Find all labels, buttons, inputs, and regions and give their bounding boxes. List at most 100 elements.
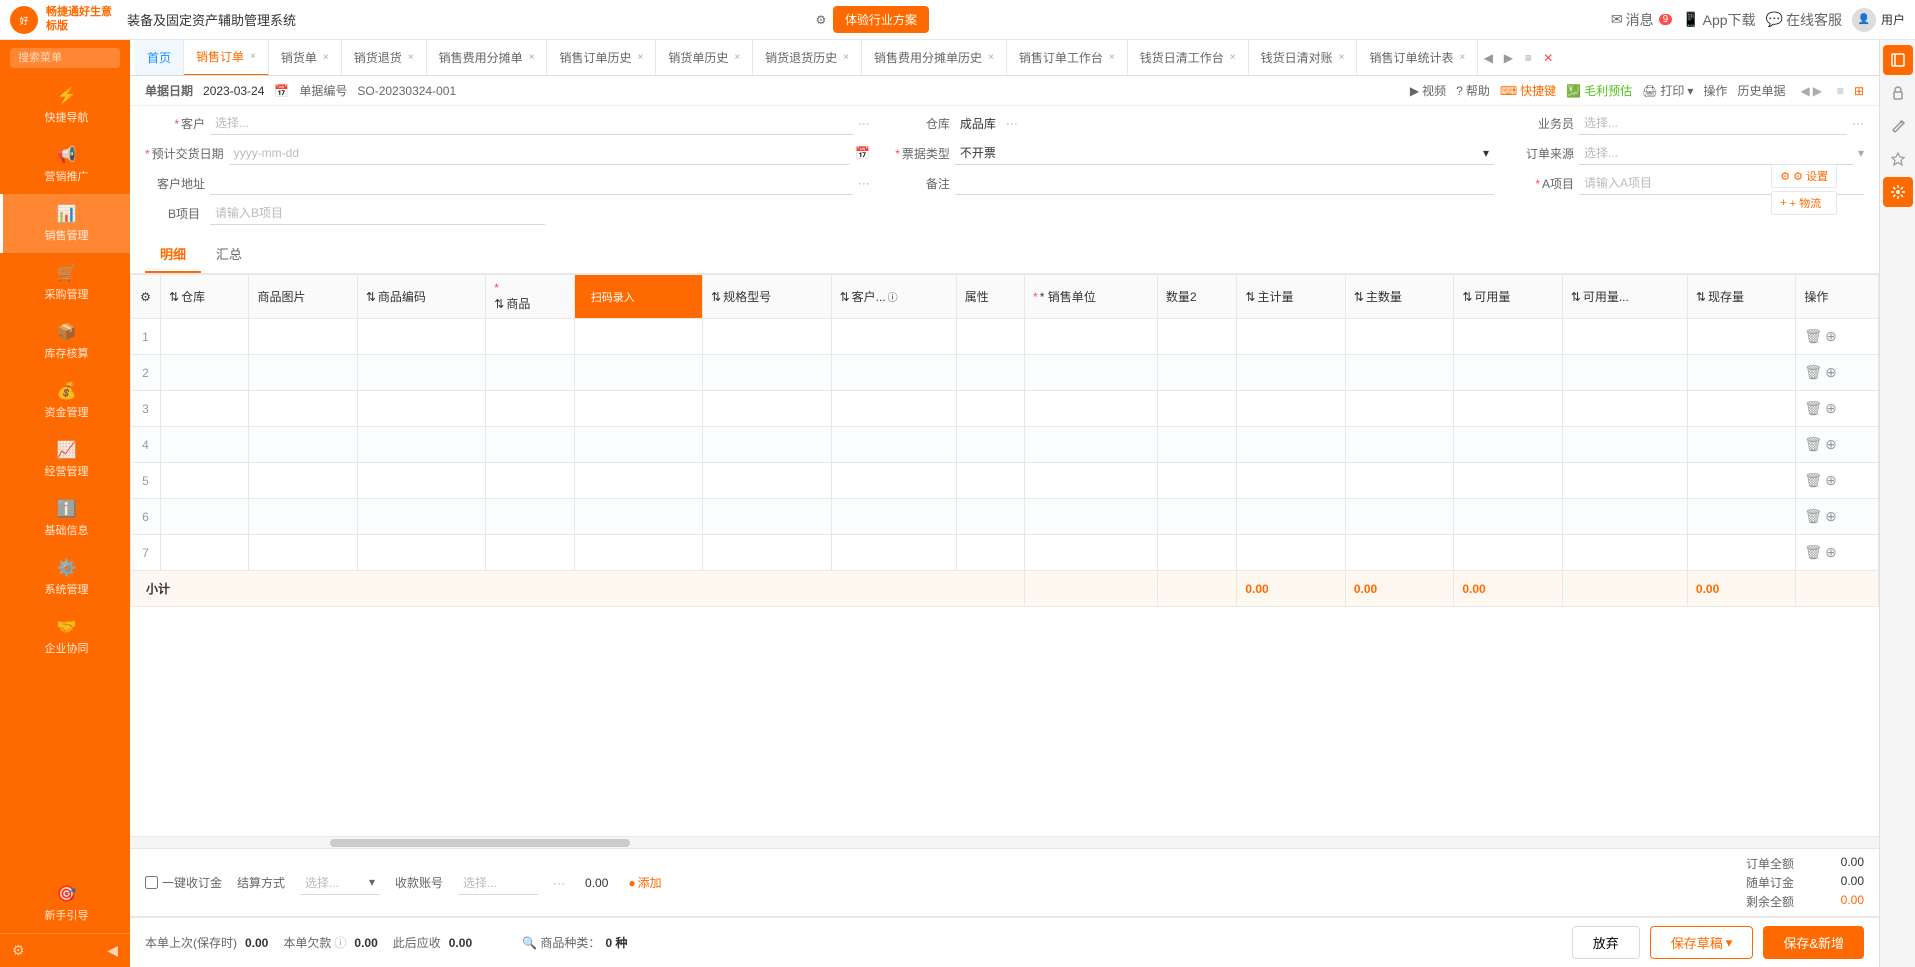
tab-close-sales-order[interactable]: ×	[250, 51, 256, 62]
cell-product-code[interactable]	[357, 427, 485, 463]
address-dots[interactable]: ···	[858, 176, 870, 190]
cell-stock[interactable]	[1687, 391, 1795, 427]
cell-main-qty[interactable]	[1345, 355, 1453, 391]
tab-daily-workbench[interactable]: 钱货日清工作台 ×	[1128, 40, 1249, 76]
row-copy-icon[interactable]: ⊕	[1825, 328, 1837, 345]
row-copy-icon[interactable]: ⊕	[1825, 544, 1837, 561]
cell-product-code[interactable]	[357, 355, 485, 391]
cell-attribute[interactable]	[956, 463, 1024, 499]
cell-main-qty[interactable]	[1345, 391, 1453, 427]
warehouse-dots[interactable]: ···	[1006, 116, 1018, 130]
list-view-icon[interactable]: ≡	[1837, 84, 1844, 98]
search-input[interactable]	[10, 48, 120, 68]
cell-stock[interactable]	[1687, 463, 1795, 499]
th-available[interactable]: ⇅可用量	[1454, 275, 1562, 319]
cell-customer[interactable]	[831, 355, 956, 391]
row-delete-icon[interactable]: 🗑	[1804, 364, 1822, 381]
payment-select[interactable]: 选择... ▾	[300, 871, 380, 895]
sidebar-item-purchase[interactable]: 🛒 采购管理	[0, 253, 130, 312]
cell-warehouse[interactable]	[161, 463, 249, 499]
invoice-select[interactable]: 不开票 ▾	[955, 141, 1494, 165]
cell-product-code[interactable]	[357, 499, 485, 535]
cell-product-image[interactable]	[249, 319, 357, 355]
cell-qty2[interactable]	[1157, 319, 1236, 355]
add-button[interactable]: ● 添加	[628, 874, 661, 891]
th-product[interactable]: ⇅商品	[486, 275, 574, 319]
sidebar-item-sales[interactable]: 📊 销售管理	[0, 194, 130, 253]
sidebar-item-inventory[interactable]: 📦 库存核算	[0, 312, 130, 371]
tab-home[interactable]: 首页	[135, 40, 184, 76]
cell-customer[interactable]	[831, 391, 956, 427]
cell-product-image[interactable]	[249, 427, 357, 463]
tab-summary[interactable]: 汇总	[201, 236, 257, 273]
cell-spec[interactable]	[703, 427, 831, 463]
cell-stock[interactable]	[1687, 355, 1795, 391]
cell-product-image[interactable]	[249, 391, 357, 427]
one-click-checkbox[interactable]	[145, 876, 158, 889]
cell-product[interactable]	[486, 319, 574, 355]
cell-main-unit[interactable]	[1237, 427, 1345, 463]
tab-close-return-history[interactable]: ×	[843, 52, 849, 63]
tab-close-order-history[interactable]: ×	[637, 52, 643, 63]
cell-main-qty[interactable]	[1345, 319, 1453, 355]
cell-product[interactable]	[486, 463, 574, 499]
shortcut-btn[interactable]: ⌨ 快捷键	[1500, 82, 1556, 99]
calendar-icon[interactable]: 📅	[855, 146, 870, 160]
th-main-qty[interactable]: ⇅主数量	[1345, 275, 1453, 319]
cell-product-code[interactable]	[357, 391, 485, 427]
cell-warehouse[interactable]	[161, 319, 249, 355]
message-btn[interactable]: ✉ 消息 9	[1611, 10, 1672, 30]
cell-customer[interactable]	[831, 463, 956, 499]
tab-order-history[interactable]: 销售订单历史 ×	[547, 40, 656, 76]
cell-operate[interactable]: 🗑 ⊕	[1796, 427, 1879, 463]
staff-input[interactable]	[1579, 111, 1847, 135]
sidebar-item-marketing[interactable]: 📢 营销推广	[0, 135, 130, 194]
th-stock[interactable]: ⇅现存量	[1687, 275, 1795, 319]
th-available2[interactable]: ⇅可用量...	[1562, 275, 1687, 319]
grid-view-icon[interactable]: ⊞	[1854, 84, 1864, 98]
row-delete-icon[interactable]: 🗑	[1804, 400, 1822, 417]
cell-main-unit[interactable]	[1237, 499, 1345, 535]
tab-close-invoice-history[interactable]: ×	[734, 52, 740, 63]
cell-sales-unit[interactable]	[1025, 391, 1158, 427]
cell-available[interactable]	[1454, 427, 1562, 463]
nav-next-icon[interactable]: ▶	[1813, 84, 1822, 98]
cell-sales-unit[interactable]	[1025, 463, 1158, 499]
customer-input[interactable]	[210, 111, 853, 135]
cell-product-image[interactable]	[249, 355, 357, 391]
row-copy-icon[interactable]: ⊕	[1825, 400, 1837, 417]
account-select[interactable]: 选择...	[458, 871, 538, 895]
cell-product[interactable]	[486, 499, 574, 535]
right-btn-edit[interactable]	[1883, 111, 1913, 141]
sidebar-item-operation[interactable]: 📈 经营管理	[0, 430, 130, 489]
cell-qty2[interactable]	[1157, 463, 1236, 499]
cell-warehouse[interactable]	[161, 499, 249, 535]
customer-dots[interactable]: ···	[858, 116, 870, 130]
cell-product-image[interactable]	[249, 499, 357, 535]
cell-spec[interactable]	[703, 355, 831, 391]
tab-invoice[interactable]: 销货单 ×	[269, 40, 342, 76]
tab-sales-order[interactable]: 销售订单 ×	[184, 40, 269, 76]
logistics-btn[interactable]: + + 物流	[1771, 191, 1837, 215]
nav-prev-icon[interactable]: ◀	[1800, 84, 1809, 98]
help-btn[interactable]: ? 帮助	[1456, 82, 1490, 99]
cell-available2[interactable]	[1562, 463, 1687, 499]
cell-available[interactable]	[1454, 355, 1562, 391]
tab-order-workbench[interactable]: 销售订单工作台 ×	[1007, 40, 1128, 76]
cell-sales-unit[interactable]	[1025, 535, 1158, 571]
th-main-unit[interactable]: ⇅主计量	[1237, 275, 1345, 319]
cell-main-unit[interactable]	[1237, 355, 1345, 391]
cell-operate[interactable]: 🗑 ⊕	[1796, 463, 1879, 499]
b-project-input[interactable]	[210, 201, 545, 225]
th-product-code[interactable]: ⇅商品编码	[357, 275, 485, 319]
sidebar-item-basic-info[interactable]: ℹ️ 基础信息	[0, 489, 130, 548]
cell-customer[interactable]	[831, 499, 956, 535]
cell-operate[interactable]: 🗑 ⊕	[1796, 499, 1879, 535]
save-new-button[interactable]: 保存&新增	[1763, 926, 1864, 959]
cell-main-unit[interactable]	[1237, 319, 1345, 355]
cell-main-qty[interactable]	[1345, 463, 1453, 499]
cell-main-qty[interactable]	[1345, 499, 1453, 535]
tab-close-sales-stats[interactable]: ×	[1459, 52, 1465, 63]
cell-qty2[interactable]	[1157, 391, 1236, 427]
th-scan[interactable]: 扫码录入	[574, 275, 702, 319]
